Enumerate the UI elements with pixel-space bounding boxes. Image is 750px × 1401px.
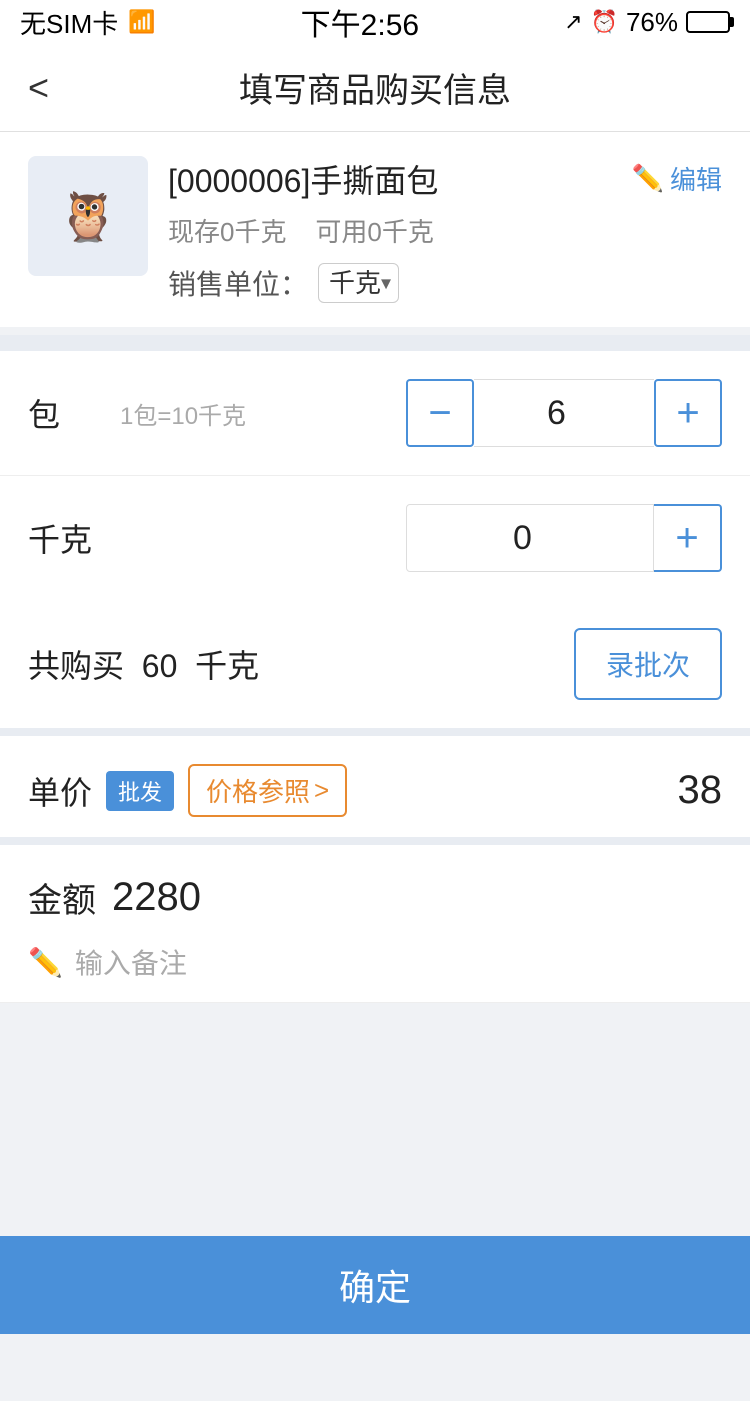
price-tag: 批发 (106, 771, 174, 811)
remark-row[interactable]: ✏️ 输入备注 (28, 942, 722, 982)
total-row: 共购买 60 千克 录批次 (0, 600, 750, 736)
status-bar: 无SIM卡 📶 下午2:56 ↗ ⏰ 76% (0, 0, 750, 44)
available-label: 可用0千克 (315, 217, 433, 247)
edit-label: 编辑 (670, 160, 722, 197)
price-row: 单价 批发 价格参照 > 38 (28, 764, 722, 817)
total-prefix: 共购买 (28, 648, 124, 684)
nav-bar: < 填写商品购买信息 (0, 44, 750, 132)
price-section: 单价 批发 价格参照 > 38 (0, 736, 750, 845)
product-card: 🦉 [0000006]手撕面包 现存0千克 可用0千克 销售单位： 千克 包 ✏ (0, 132, 750, 335)
price-ref-button[interactable]: 价格参照 > (188, 764, 347, 817)
package-label: 包 (28, 390, 108, 436)
kg-qty-input[interactable] (406, 504, 654, 572)
price-ref-label: 价格参照 (206, 772, 310, 809)
price-left: 单价 批发 价格参照 > (28, 764, 347, 817)
total-unit: 千克 (195, 648, 259, 684)
product-thumbnail: 🦉 (28, 156, 148, 276)
amount-label: 金额 (28, 873, 96, 922)
confirm-bar[interactable]: 确定 (0, 1236, 750, 1334)
back-button[interactable]: < (28, 67, 49, 109)
kg-input-row: 千克 + (0, 476, 750, 600)
package-decrement-button[interactable]: − (406, 379, 474, 447)
location-icon: ↗ (564, 9, 582, 35)
wifi-icon: 📶 (128, 9, 155, 35)
package-sublabel: 1包=10千克 (120, 396, 406, 431)
total-amount: 60 (142, 648, 178, 684)
price-label: 单价 (28, 768, 92, 814)
product-stock: 现存0千克 可用0千克 (168, 212, 722, 249)
status-right: ↗ ⏰ 76% (564, 7, 730, 38)
package-input-row: 包 1包=10千克 − + (0, 351, 750, 476)
battery-icon (686, 11, 730, 33)
amount-value: 2280 (112, 875, 201, 920)
stock-label: 现存0千克 (168, 217, 286, 247)
unit-label: 销售单位： (168, 263, 308, 303)
package-qty-input[interactable] (474, 379, 654, 447)
unit-select-wrap[interactable]: 千克 包 (318, 263, 399, 303)
package-increment-button[interactable]: + (654, 379, 722, 447)
remark-placeholder[interactable]: 输入备注 (75, 942, 187, 982)
page-title: 填写商品购买信息 (239, 63, 511, 112)
batch-button[interactable]: 录批次 (574, 628, 722, 700)
amount-row: 金额 2280 (28, 873, 722, 922)
alarm-icon: ⏰ (591, 9, 618, 35)
package-qty-control: − + (406, 379, 722, 447)
status-time: 下午2:56 (301, 0, 419, 44)
pencil-icon: ✏️ (28, 946, 63, 979)
edit-button[interactable]: ✏️ 编辑 (632, 160, 722, 197)
kg-increment-button[interactable]: + (654, 504, 722, 572)
divider-1 (0, 335, 750, 351)
carrier-label: 无SIM卡 (20, 4, 118, 41)
package-input-section: 包 1包=10千克 − + 千克 + (0, 351, 750, 600)
amount-section: 金额 2280 ✏️ 输入备注 (0, 845, 750, 1003)
confirm-button[interactable]: 确定 (339, 1259, 411, 1311)
product-logo-icon: 🦉 (58, 188, 118, 245)
kg-qty-control: + (406, 504, 722, 572)
battery-percent: 76% (626, 7, 678, 38)
price-ref-arrow-icon: > (314, 775, 329, 806)
product-unit-row: 销售单位： 千克 包 (168, 263, 722, 303)
total-text: 共购买 60 千克 (28, 641, 259, 687)
price-value: 38 (678, 768, 723, 813)
status-left: 无SIM卡 📶 (20, 4, 156, 41)
unit-select[interactable]: 千克 包 (318, 263, 399, 303)
kg-label: 千克 (28, 515, 108, 561)
edit-icon: ✏️ (632, 163, 664, 194)
